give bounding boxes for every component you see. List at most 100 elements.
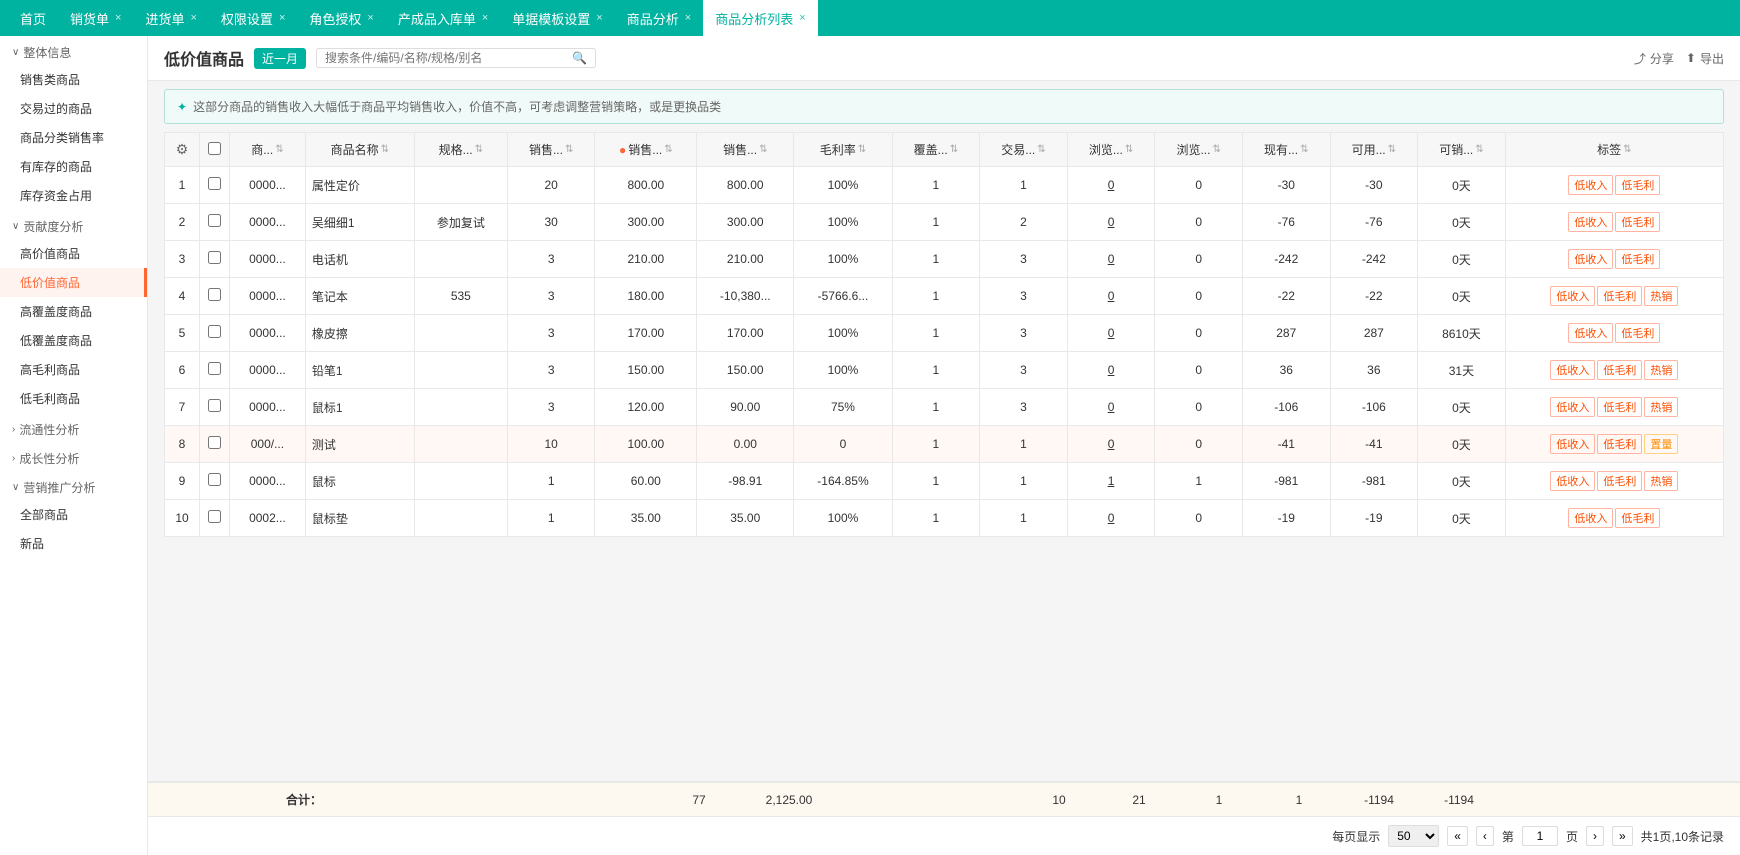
col-trade[interactable]: 交易...⇅ — [980, 133, 1068, 167]
browse-count1[interactable]: 0 — [1067, 167, 1155, 204]
browse-link[interactable]: 0 — [1108, 437, 1115, 451]
col-settings[interactable]: ⚙ — [165, 133, 200, 167]
row-checkbox[interactable] — [208, 214, 221, 227]
browse-count1[interactable]: 0 — [1067, 241, 1155, 278]
col-tags[interactable]: 标签⇅ — [1505, 133, 1723, 167]
browse-link[interactable]: 0 — [1108, 363, 1115, 377]
col-name[interactable]: 商品名称⇅ — [305, 133, 414, 167]
browse-count1[interactable]: 0 — [1067, 204, 1155, 241]
row-checkbox[interactable] — [208, 473, 221, 486]
sidebar-item-inventory-capital[interactable]: 库存资金占用 — [0, 181, 147, 210]
col-coverage[interactable]: 覆盖...⇅ — [892, 133, 980, 167]
row-checkbox-cell[interactable] — [200, 463, 230, 500]
row-checkbox[interactable] — [208, 362, 221, 375]
close-icon[interactable]: × — [596, 12, 602, 24]
browse-link[interactable]: 0 — [1108, 289, 1115, 303]
row-checkbox[interactable] — [208, 436, 221, 449]
product-name[interactable]: 鼠标垫 — [305, 500, 414, 537]
close-icon[interactable]: × — [685, 12, 691, 24]
col-gross[interactable]: 毛利率⇅ — [794, 133, 892, 167]
row-checkbox[interactable] — [208, 251, 221, 264]
nav-product-warehouse[interactable]: 产成品入库单 × — [386, 0, 500, 36]
sidebar-item-low-margin[interactable]: 低毛利商品 — [0, 384, 147, 413]
nav-purchase-order[interactable]: 进货单 × — [133, 0, 208, 36]
col-browse2[interactable]: 浏览...⇅ — [1155, 133, 1243, 167]
nav-home[interactable]: 首页 — [8, 0, 58, 36]
row-checkbox[interactable] — [208, 288, 221, 301]
product-name[interactable]: 鼠标 — [305, 463, 414, 500]
row-checkbox-cell[interactable] — [200, 426, 230, 463]
col-checkbox[interactable] — [200, 133, 230, 167]
close-icon[interactable]: × — [115, 12, 121, 24]
browse-count1[interactable]: 0 — [1067, 426, 1155, 463]
row-checkbox-cell[interactable] — [200, 500, 230, 537]
table-wrapper[interactable]: ⚙ 商...⇅ 商品名称⇅ 规格...⇅ 销售...⇅ ●销售...⇅ 销售..… — [148, 132, 1740, 781]
search-icon[interactable]: 🔍 — [572, 51, 587, 65]
sidebar-item-high-margin[interactable]: 高毛利商品 — [0, 355, 147, 384]
sidebar-item-low-value[interactable]: 低价值商品 — [0, 268, 147, 297]
col-browse1[interactable]: 浏览...⇅ — [1067, 133, 1155, 167]
browse-count1[interactable]: 0 — [1067, 389, 1155, 426]
sidebar-group-liquidity[interactable]: › 流通性分析 — [0, 413, 147, 442]
product-name[interactable]: 吴细细1 — [305, 204, 414, 241]
nav-product-analysis[interactable]: 商品分析 × — [615, 0, 703, 36]
close-icon[interactable]: × — [799, 12, 805, 24]
product-name[interactable]: 铅笔1 — [305, 352, 414, 389]
sort-icon[interactable]: ⇅ — [950, 144, 958, 155]
row-checkbox-cell[interactable] — [200, 278, 230, 315]
sort-icon[interactable]: ⇅ — [664, 144, 672, 155]
sort-icon[interactable]: ⇅ — [1125, 144, 1133, 155]
next-page-btn[interactable]: › — [1586, 826, 1604, 846]
product-name[interactable]: 测试 — [305, 426, 414, 463]
product-name[interactable]: 笔记本 — [305, 278, 414, 315]
sort-icon[interactable]: ⇅ — [1212, 144, 1220, 155]
product-name[interactable]: 鼠标1 — [305, 389, 414, 426]
sort-icon[interactable]: ⇅ — [1037, 144, 1045, 155]
browse-link[interactable]: 1 — [1108, 474, 1115, 488]
close-icon[interactable]: × — [190, 12, 196, 24]
browse-link[interactable]: 0 — [1108, 215, 1115, 229]
first-page-btn[interactable]: « — [1447, 826, 1468, 846]
browse-link[interactable]: 0 — [1108, 252, 1115, 266]
sidebar-group-growth[interactable]: › 成长性分析 — [0, 442, 147, 471]
nav-template-settings[interactable]: 单据模板设置 × — [500, 0, 614, 36]
sort-icon[interactable]: ⇅ — [1300, 144, 1308, 155]
col-code[interactable]: 商...⇅ — [230, 133, 306, 167]
row-checkbox[interactable] — [208, 177, 221, 190]
sort-icon[interactable]: ⇅ — [759, 144, 767, 155]
col-stock1[interactable]: 现有...⇅ — [1242, 133, 1330, 167]
product-name[interactable]: 电话机 — [305, 241, 414, 278]
col-sales2[interactable]: ●销售...⇅ — [595, 133, 697, 167]
browse-count1[interactable]: 0 — [1067, 500, 1155, 537]
browse-link[interactable]: 0 — [1108, 400, 1115, 414]
settings-icon[interactable]: ⚙ — [176, 141, 189, 157]
nav-sales-order[interactable]: 销货单 × — [58, 0, 133, 36]
sidebar-group-contribution[interactable]: ∨ 贡献度分析 — [0, 210, 147, 239]
browse-count1[interactable]: 0 — [1067, 352, 1155, 389]
sort-icon[interactable]: ⇅ — [1623, 144, 1631, 155]
row-checkbox[interactable] — [208, 399, 221, 412]
sidebar-item-all-products[interactable]: 全部商品 — [0, 500, 147, 529]
page-size-select[interactable]: 50 100 200 — [1388, 825, 1439, 847]
col-saleable[interactable]: 可销...⇅ — [1418, 133, 1506, 167]
close-icon[interactable]: × — [482, 12, 488, 24]
sidebar-item-new-products[interactable]: 新品 — [0, 529, 147, 558]
select-all-checkbox[interactable] — [208, 142, 221, 155]
last-page-btn[interactable]: » — [1612, 826, 1633, 846]
browse-count1[interactable]: 1 — [1067, 463, 1155, 500]
browse-link[interactable]: 0 — [1108, 326, 1115, 340]
sidebar-item-high-value[interactable]: 高价值商品 — [0, 239, 147, 268]
sidebar-item-sales-products[interactable]: 销售类商品 — [0, 65, 147, 94]
export-btn[interactable]: ⬆ 导出 — [1686, 50, 1724, 67]
product-name[interactable]: 橡皮擦 — [305, 315, 414, 352]
sidebar-item-category-sales-rate[interactable]: 商品分类销售率 — [0, 123, 147, 152]
nav-permissions[interactable]: 权限设置 × — [209, 0, 297, 36]
time-filter-btn[interactable]: 近一月 — [254, 48, 306, 69]
sidebar-group-overall[interactable]: ∨ 整体信息 — [0, 36, 147, 65]
row-checkbox-cell[interactable] — [200, 241, 230, 278]
sort-icon[interactable]: ⇅ — [1388, 144, 1396, 155]
row-checkbox-cell[interactable] — [200, 204, 230, 241]
sort-icon[interactable]: ⇅ — [565, 144, 573, 155]
close-icon[interactable]: × — [279, 12, 285, 24]
row-checkbox[interactable] — [208, 325, 221, 338]
